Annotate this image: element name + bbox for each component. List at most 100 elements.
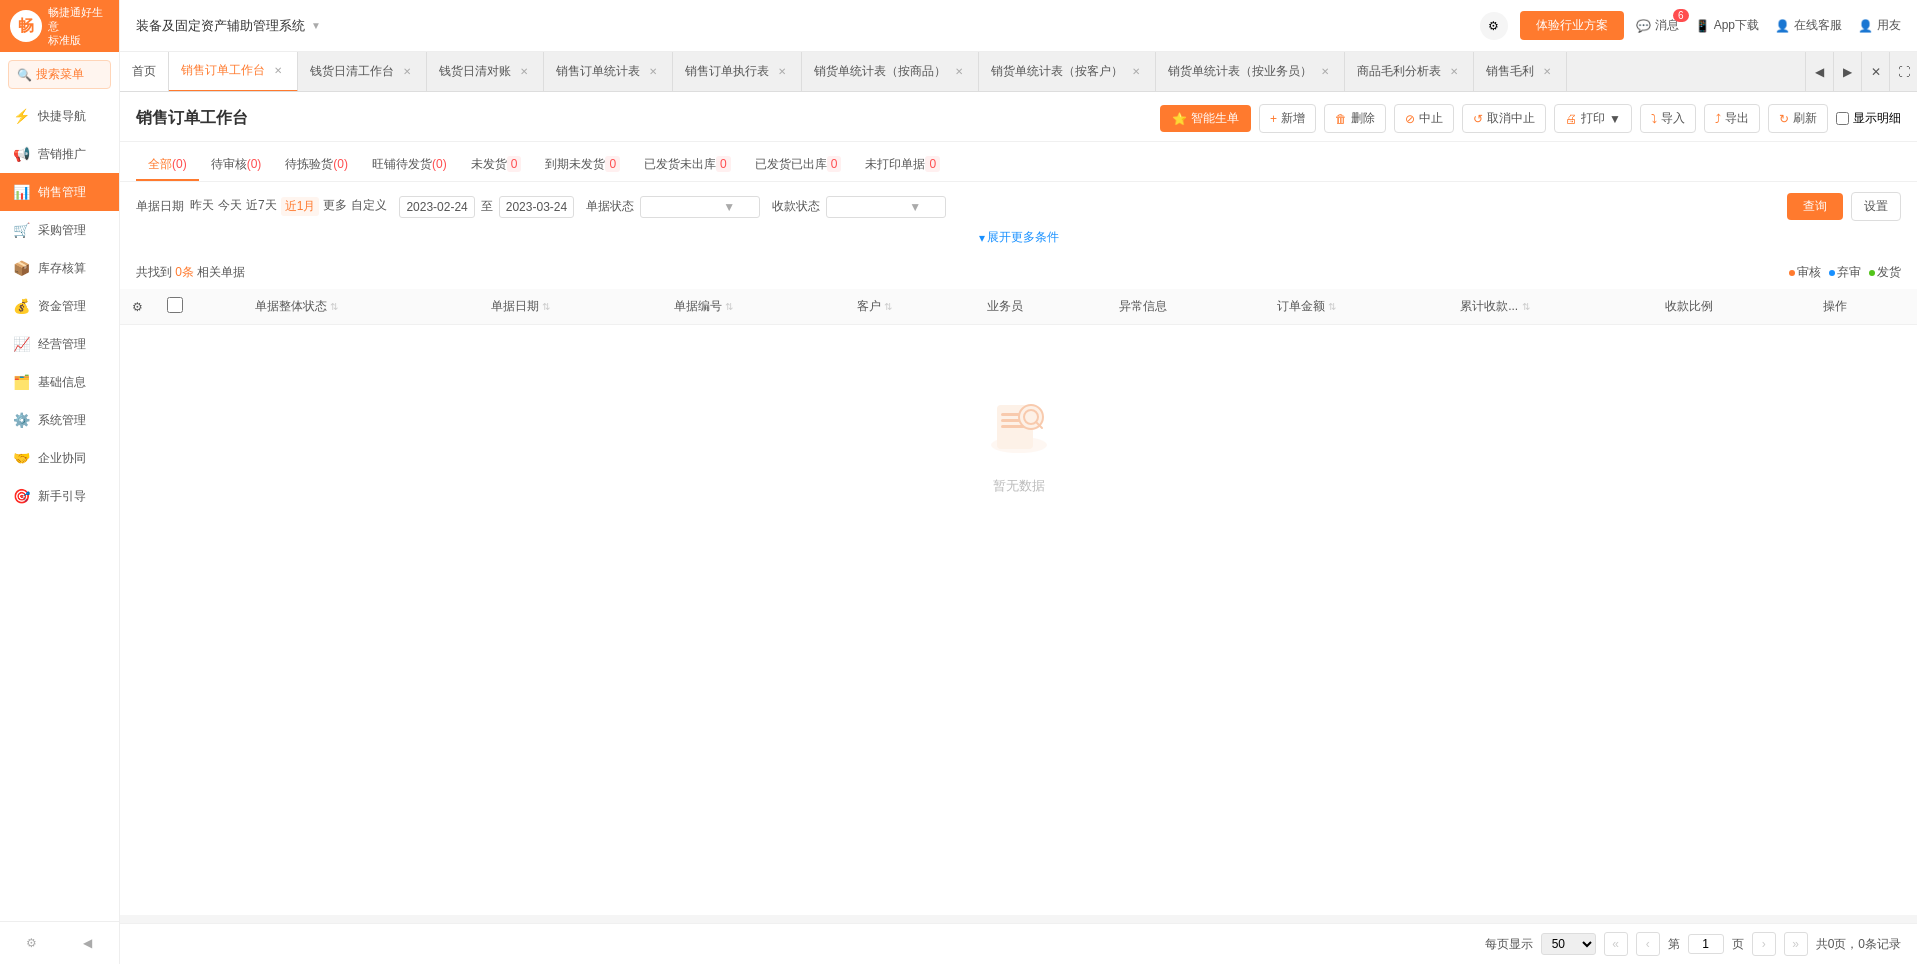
prev-page-button[interactable]: ‹	[1636, 932, 1660, 956]
tab-close-staff[interactable]: ✕	[1318, 65, 1332, 79]
customer-sort-icon[interactable]: ⇅	[884, 301, 892, 312]
last-page-button[interactable]: »	[1784, 932, 1808, 956]
date-sort-icon[interactable]: ⇅	[542, 301, 550, 312]
smart-create-button[interactable]: ⭐ 智能生单	[1160, 105, 1251, 132]
tab-close-sales-workbench[interactable]: ✕	[271, 64, 285, 78]
next-page-button[interactable]: ›	[1752, 932, 1776, 956]
sub-tab-pending-inspect[interactable]: 待拣验货(0)	[273, 150, 360, 181]
horizontal-scroll[interactable]	[120, 915, 1917, 923]
settings-button[interactable]: 设置	[1851, 192, 1901, 221]
sidebar-item-marketing[interactable]: 📢 营销推广	[0, 135, 119, 173]
query-button[interactable]: 查询	[1787, 193, 1843, 220]
tab-close-all-button[interactable]: ✕	[1861, 52, 1889, 92]
message-button[interactable]: 💬 6 消息	[1636, 17, 1679, 34]
ship-action-button[interactable]: 发货	[1869, 264, 1901, 281]
date-shortcut-custom[interactable]: 自定义	[351, 197, 387, 216]
tab-close-sales-gross[interactable]: ✕	[1540, 65, 1554, 79]
show-detail-checkbox-label[interactable]: 显示明细	[1836, 110, 1901, 127]
status-select[interactable]: ▼	[640, 196, 760, 218]
date-shortcut-yesterday[interactable]: 昨天	[190, 197, 214, 216]
tab-close-cash-reconcile[interactable]: ✕	[517, 65, 531, 79]
page-input[interactable]	[1688, 934, 1724, 954]
show-detail-checkbox[interactable]	[1836, 112, 1849, 125]
date-shortcut-1month[interactable]: 近1月	[281, 197, 320, 216]
tab-cash-daily[interactable]: 钱货日清工作台 ✕	[298, 52, 427, 92]
sub-tab-all[interactable]: 全部(0)	[136, 150, 199, 181]
tab-sales-summary-staff[interactable]: 销货单统计表（按业务员） ✕	[1156, 52, 1345, 92]
user-button[interactable]: 👤 用友	[1858, 17, 1901, 34]
sub-tab-shipped-stored[interactable]: 已发货已出库0	[743, 150, 854, 181]
status-sort-icon[interactable]: ⇅	[330, 301, 338, 312]
sub-tab-wangpu[interactable]: 旺铺待发货(0)	[360, 150, 459, 181]
tab-sales-exec[interactable]: 销售订单执行表 ✕	[673, 52, 802, 92]
tab-close-product[interactable]: ✕	[952, 65, 966, 79]
sub-tab-not-printed[interactable]: 未打印单据0	[853, 150, 952, 181]
sidebar-item-collab[interactable]: 🤝 企业协同	[0, 439, 119, 477]
tab-gross-profit[interactable]: 商品毛利分析表 ✕	[1345, 52, 1474, 92]
column-settings-icon[interactable]: ⚙	[132, 300, 143, 314]
tab-sales-workbench[interactable]: 销售订单工作台 ✕	[169, 52, 298, 92]
export-button[interactable]: ⤴ 导出	[1704, 104, 1760, 133]
sidebar-item-inventory[interactable]: 📦 库存核算	[0, 249, 119, 287]
sub-tab-shipped-not-stored[interactable]: 已发货未出库0	[632, 150, 743, 181]
tab-prev-button[interactable]: ◀	[1805, 52, 1833, 92]
sidebar-item-finance[interactable]: 💰 资金管理	[0, 287, 119, 325]
tab-close-customer[interactable]: ✕	[1129, 65, 1143, 79]
sub-tab-overdue[interactable]: 到期未发货0	[533, 150, 632, 181]
import-button[interactable]: ⤵ 导入	[1640, 104, 1696, 133]
date-shortcut-7days[interactable]: 近7天	[246, 197, 277, 216]
sub-tab-pending-review[interactable]: 待审核(0)	[199, 150, 274, 181]
sidebar-item-purchase[interactable]: 🛒 采购管理	[0, 211, 119, 249]
tab-fullscreen-button[interactable]: ⛶	[1889, 52, 1917, 92]
sidebar-item-guide[interactable]: 🎯 新手引导	[0, 477, 119, 515]
header-settings-button[interactable]: ⚙	[1480, 12, 1508, 40]
tab-close-sales-stats[interactable]: ✕	[646, 65, 660, 79]
sidebar: 畅 畅捷通好生意 标准版 🔍 搜索菜单 ⚡ 快捷导航 📢 营销推广 📊 销售管理…	[0, 0, 120, 964]
tab-close-sales-exec[interactable]: ✕	[775, 65, 789, 79]
collection-select[interactable]: ▼	[826, 196, 946, 218]
tab-cash-reconcile[interactable]: 钱货日清对账 ✕	[427, 52, 544, 92]
sidebar-item-quick-nav[interactable]: ⚡ 快捷导航	[0, 97, 119, 135]
date-from-input[interactable]: 2023-02-24	[399, 196, 474, 218]
collected-sort-icon[interactable]: ⇅	[1522, 301, 1530, 312]
expand-filter-button[interactable]: ▾ 展开更多条件	[979, 229, 1059, 246]
sidebar-item-operation[interactable]: 📈 经营管理	[0, 325, 119, 363]
cancel-stop-button[interactable]: ↺ 取消中止	[1462, 104, 1546, 133]
app-download-button[interactable]: 📱 App下载	[1695, 17, 1759, 34]
refresh-button[interactable]: ↻ 刷新	[1768, 104, 1828, 133]
search-menu-button[interactable]: 🔍 搜索菜单	[8, 60, 111, 89]
new-button[interactable]: + 新增	[1259, 104, 1316, 133]
sub-tab-not-shipped[interactable]: 未发货0	[459, 150, 534, 181]
review-action-button[interactable]: 审核	[1789, 264, 1821, 281]
tab-home[interactable]: 首页	[120, 52, 169, 92]
tab-close-gross[interactable]: ✕	[1447, 65, 1461, 79]
sidebar-item-sales[interactable]: 📊 销售管理	[0, 173, 119, 211]
date-to-input[interactable]: 2023-03-24	[499, 196, 574, 218]
sidebar-settings-button[interactable]: ⚙	[8, 930, 56, 956]
sidebar-item-base[interactable]: 🗂️ 基础信息	[0, 363, 119, 401]
filter-row-1: 单据日期 昨天 今天 近7天 近1月 更多 自定义 2023-02-24	[136, 192, 1901, 221]
date-shortcut-today[interactable]: 今天	[218, 197, 242, 216]
amount-sort-icon[interactable]: ⇅	[1328, 301, 1336, 312]
tab-sales-gross[interactable]: 销售毛利 ✕	[1474, 52, 1567, 92]
status-select-arrow: ▼	[723, 200, 735, 214]
sidebar-item-system[interactable]: ⚙️ 系统管理	[0, 401, 119, 439]
export-icon: ⤴	[1715, 112, 1721, 126]
tab-next-button[interactable]: ▶	[1833, 52, 1861, 92]
tab-sales-summary-customer[interactable]: 销货单统计表（按客户） ✕	[979, 52, 1156, 92]
stop-button[interactable]: ⊘ 中止	[1394, 104, 1454, 133]
first-page-button[interactable]: «	[1604, 932, 1628, 956]
print-button[interactable]: 🖨 打印 ▼	[1554, 104, 1632, 133]
industry-solution-button[interactable]: 体验行业方案	[1520, 11, 1624, 40]
tab-sales-stats[interactable]: 销售订单统计表 ✕	[544, 52, 673, 92]
select-all-checkbox[interactable]	[167, 297, 183, 313]
sidebar-collapse-button[interactable]: ◀	[64, 930, 112, 956]
unreviewed-action-button[interactable]: 弃审	[1829, 264, 1861, 281]
tab-close-cash-daily[interactable]: ✕	[400, 65, 414, 79]
delete-button[interactable]: 🗑 删除	[1324, 104, 1386, 133]
number-sort-icon[interactable]: ⇅	[725, 301, 733, 312]
tab-sales-summary-product[interactable]: 销货单统计表（按商品） ✕	[802, 52, 979, 92]
per-page-select[interactable]: 50 20 100	[1541, 933, 1596, 955]
date-shortcut-more[interactable]: 更多	[323, 197, 347, 216]
online-service-button[interactable]: 👤 在线客服	[1775, 17, 1842, 34]
